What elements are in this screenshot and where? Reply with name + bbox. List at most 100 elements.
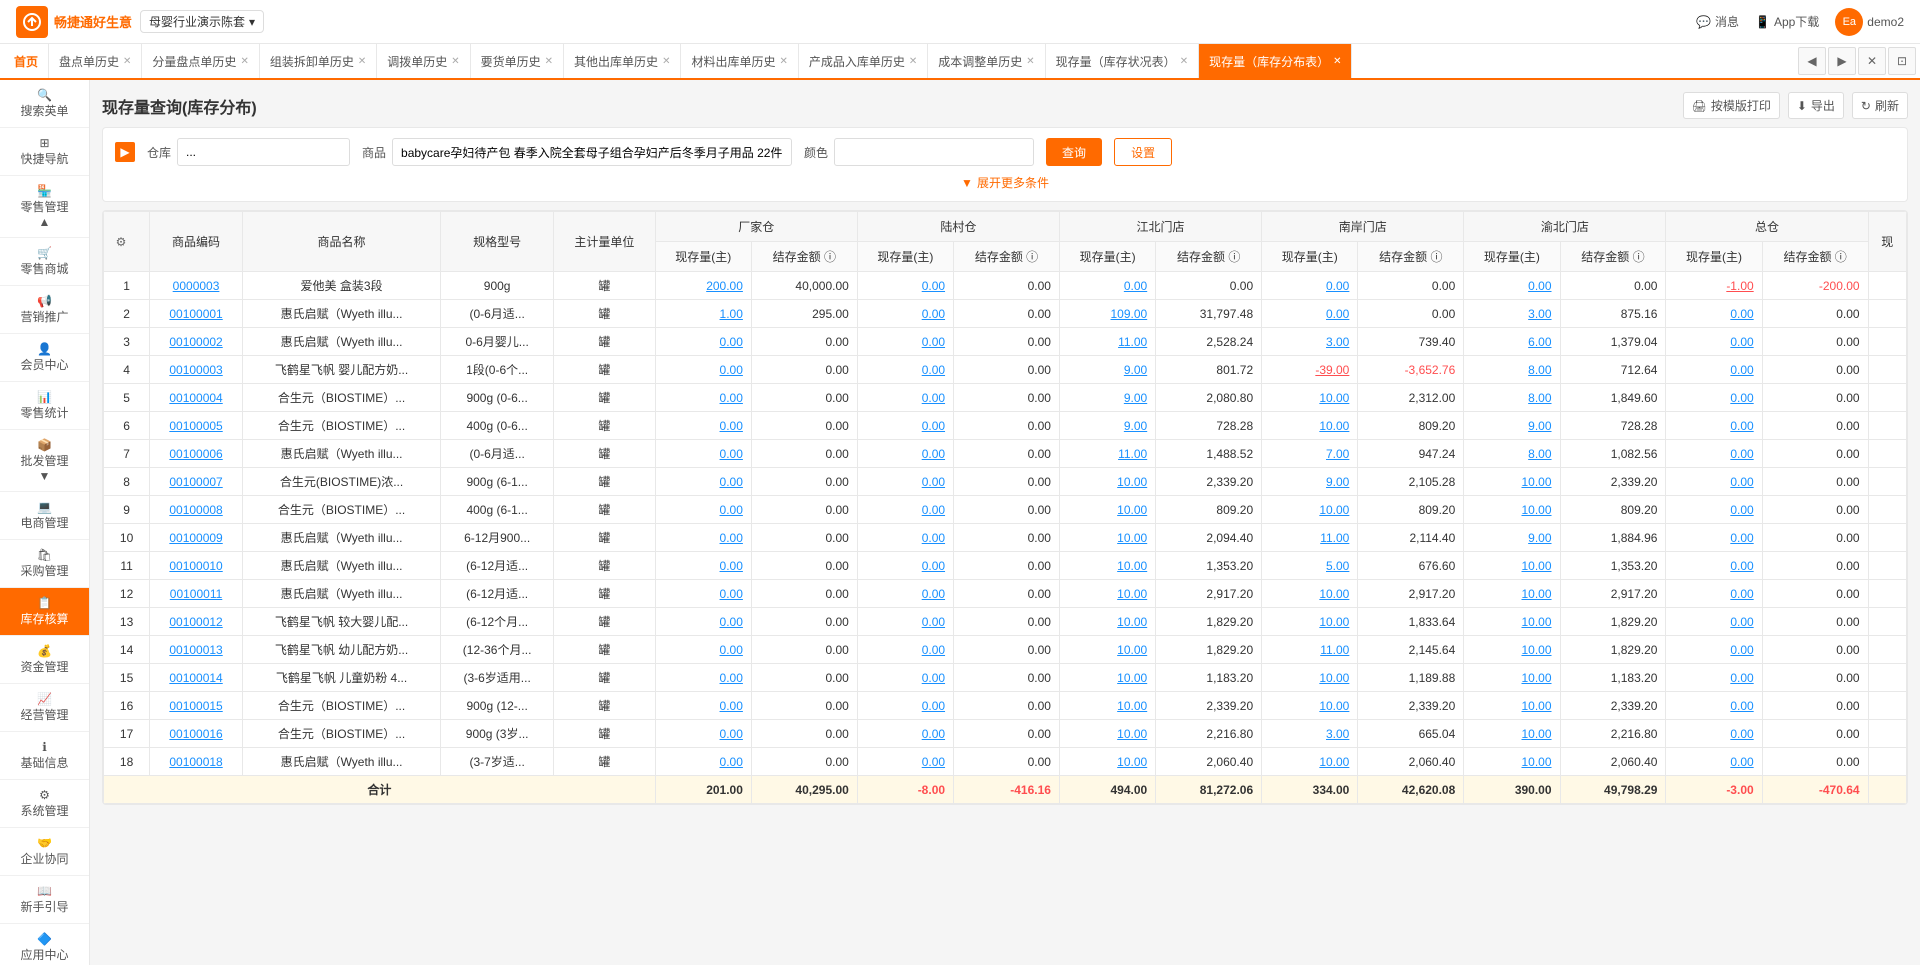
sidebar-item-basic[interactable]: ℹ 基础信息: [0, 732, 89, 780]
cell-factory-qty[interactable]: 0.00: [655, 356, 751, 384]
cell-nanan-qty[interactable]: 3.00: [1262, 328, 1358, 356]
cell-yubei-qty[interactable]: 10.00: [1464, 692, 1560, 720]
cell-code[interactable]: 00100008: [150, 496, 243, 524]
cell-jiangbei-qty[interactable]: 10.00: [1059, 468, 1155, 496]
cell-lvcun-qty[interactable]: 0.00: [857, 384, 953, 412]
cell-code[interactable]: 00100009: [150, 524, 243, 552]
cell-jiangbei-qty[interactable]: 10.00: [1059, 692, 1155, 720]
cell-code[interactable]: 00100018: [150, 748, 243, 776]
cell-code[interactable]: 00100015: [150, 692, 243, 720]
cell-yubei-qty[interactable]: 10.00: [1464, 552, 1560, 580]
nav-tab-9[interactable]: 成本调整单历史 ✕: [928, 44, 1045, 79]
cell-jiangbei-qty[interactable]: 9.00: [1059, 412, 1155, 440]
cell-yubei-qty[interactable]: 10.00: [1464, 748, 1560, 776]
nav-tab-3[interactable]: 组装拆卸单历史 ✕: [260, 44, 377, 79]
cell-jiangbei-qty[interactable]: 10.00: [1059, 664, 1155, 692]
tab-5-close[interactable]: ✕: [545, 56, 553, 67]
nav-tab-8[interactable]: 产成品入库单历史 ✕: [799, 44, 928, 79]
cell-yubei-qty[interactable]: 9.00: [1464, 524, 1560, 552]
nav-tab-7[interactable]: 材料出库单历史 ✕: [681, 44, 798, 79]
cell-lvcun-qty[interactable]: 0.00: [857, 692, 953, 720]
cell-yubei-qty[interactable]: 8.00: [1464, 384, 1560, 412]
cell-total-qty[interactable]: 0.00: [1666, 300, 1762, 328]
nav-expand-btn[interactable]: ⊡: [1888, 47, 1916, 75]
cell-lvcun-qty[interactable]: 0.00: [857, 328, 953, 356]
app-download-item[interactable]: 📱 App下载: [1755, 13, 1819, 30]
cell-factory-qty[interactable]: 0.00: [655, 496, 751, 524]
cell-lvcun-qty[interactable]: 0.00: [857, 664, 953, 692]
cell-lvcun-qty[interactable]: 0.00: [857, 748, 953, 776]
cell-factory-qty[interactable]: 0.00: [655, 412, 751, 440]
cell-factory-qty[interactable]: 0.00: [655, 608, 751, 636]
cell-jiangbei-qty[interactable]: 0.00: [1059, 272, 1155, 300]
cell-yubei-qty[interactable]: 10.00: [1464, 636, 1560, 664]
cell-factory-qty[interactable]: 0.00: [655, 524, 751, 552]
sidebar-item-marketing[interactable]: 📢 营销推广: [0, 286, 89, 334]
sidebar-item-member[interactable]: 👤 会员中心: [0, 334, 89, 382]
cell-factory-qty[interactable]: 0.00: [655, 468, 751, 496]
nav-tab-5[interactable]: 要货单历史 ✕: [471, 44, 564, 79]
sidebar-item-ecommerce[interactable]: 💻 电商管理: [0, 492, 89, 540]
sidebar-item-mall[interactable]: 🛒 零售商城: [0, 238, 89, 286]
cell-total-qty[interactable]: 0.00: [1666, 720, 1762, 748]
message-item[interactable]: 💬 消息: [1696, 13, 1739, 30]
cell-nanan-qty[interactable]: 0.00: [1262, 300, 1358, 328]
cell-total-qty[interactable]: 0.00: [1666, 580, 1762, 608]
cell-jiangbei-qty[interactable]: 10.00: [1059, 720, 1155, 748]
warehouse-input[interactable]: [177, 138, 350, 166]
store-selector[interactable]: 母婴行业演示陈套 ▾: [140, 10, 264, 33]
cell-nanan-qty[interactable]: 10.00: [1262, 664, 1358, 692]
cell-yubei-qty[interactable]: 8.00: [1464, 440, 1560, 468]
color-input[interactable]: [834, 138, 1034, 166]
cell-total-qty[interactable]: 0.00: [1666, 608, 1762, 636]
cell-lvcun-qty[interactable]: 0.00: [857, 720, 953, 748]
cell-yubei-qty[interactable]: 8.00: [1464, 356, 1560, 384]
cell-jiangbei-qty[interactable]: 9.00: [1059, 356, 1155, 384]
cell-jiangbei-qty[interactable]: 10.00: [1059, 636, 1155, 664]
cell-jiangbei-qty[interactable]: 11.00: [1059, 440, 1155, 468]
cell-yubei-qty[interactable]: 10.00: [1464, 664, 1560, 692]
cell-factory-qty[interactable]: 1.00: [655, 300, 751, 328]
cell-factory-qty[interactable]: 200.00: [655, 272, 751, 300]
cell-nanan-qty[interactable]: 10.00: [1262, 412, 1358, 440]
refresh-btn[interactable]: ↻ 刷新: [1852, 92, 1908, 119]
cell-factory-qty[interactable]: 0.00: [655, 720, 751, 748]
cell-yubei-qty[interactable]: 10.00: [1464, 580, 1560, 608]
nav-prev-btn[interactable]: ◀: [1798, 47, 1826, 75]
cell-total-qty[interactable]: 0.00: [1666, 496, 1762, 524]
cell-factory-qty[interactable]: 0.00: [655, 440, 751, 468]
cell-nanan-qty[interactable]: 9.00: [1262, 468, 1358, 496]
cell-yubei-qty[interactable]: 3.00: [1464, 300, 1560, 328]
cell-total-qty[interactable]: 0.00: [1666, 440, 1762, 468]
nav-close-btn[interactable]: ✕: [1858, 47, 1886, 75]
cell-total-qty[interactable]: 0.00: [1666, 412, 1762, 440]
cell-lvcun-qty[interactable]: 0.00: [857, 356, 953, 384]
cell-nanan-qty[interactable]: 10.00: [1262, 496, 1358, 524]
cell-code[interactable]: 00100005: [150, 412, 243, 440]
cell-total-qty[interactable]: 0.00: [1666, 664, 1762, 692]
cell-code[interactable]: 00100004: [150, 384, 243, 412]
cell-total-qty[interactable]: 0.00: [1666, 468, 1762, 496]
cell-code[interactable]: 00100016: [150, 720, 243, 748]
tab-2-close[interactable]: ✕: [240, 56, 248, 67]
cell-code[interactable]: 00100003: [150, 356, 243, 384]
cell-yubei-qty[interactable]: 6.00: [1464, 328, 1560, 356]
cell-factory-qty[interactable]: 0.00: [655, 328, 751, 356]
cell-lvcun-qty[interactable]: 0.00: [857, 272, 953, 300]
gear-settings-icon[interactable]: ⚙: [112, 233, 130, 251]
cell-jiangbei-qty[interactable]: 10.00: [1059, 748, 1155, 776]
cell-lvcun-qty[interactable]: 0.00: [857, 496, 953, 524]
cell-yubei-qty[interactable]: 10.00: [1464, 496, 1560, 524]
cell-code[interactable]: 00100002: [150, 328, 243, 356]
print-btn[interactable]: 🖨 按模版打印: [1683, 92, 1780, 119]
cell-total-qty[interactable]: 0.00: [1666, 356, 1762, 384]
tab-11-close[interactable]: ✕: [1333, 56, 1341, 67]
cell-nanan-qty[interactable]: 11.00: [1262, 636, 1358, 664]
cell-nanan-qty[interactable]: 10.00: [1262, 384, 1358, 412]
cell-yubei-qty[interactable]: 0.00: [1464, 272, 1560, 300]
nav-tab-1[interactable]: 盘点单历史 ✕: [49, 44, 142, 79]
cell-total-qty[interactable]: 0.00: [1666, 748, 1762, 776]
cell-code[interactable]: 00100013: [150, 636, 243, 664]
cell-lvcun-qty[interactable]: 0.00: [857, 580, 953, 608]
cell-nanan-qty[interactable]: 5.00: [1262, 552, 1358, 580]
